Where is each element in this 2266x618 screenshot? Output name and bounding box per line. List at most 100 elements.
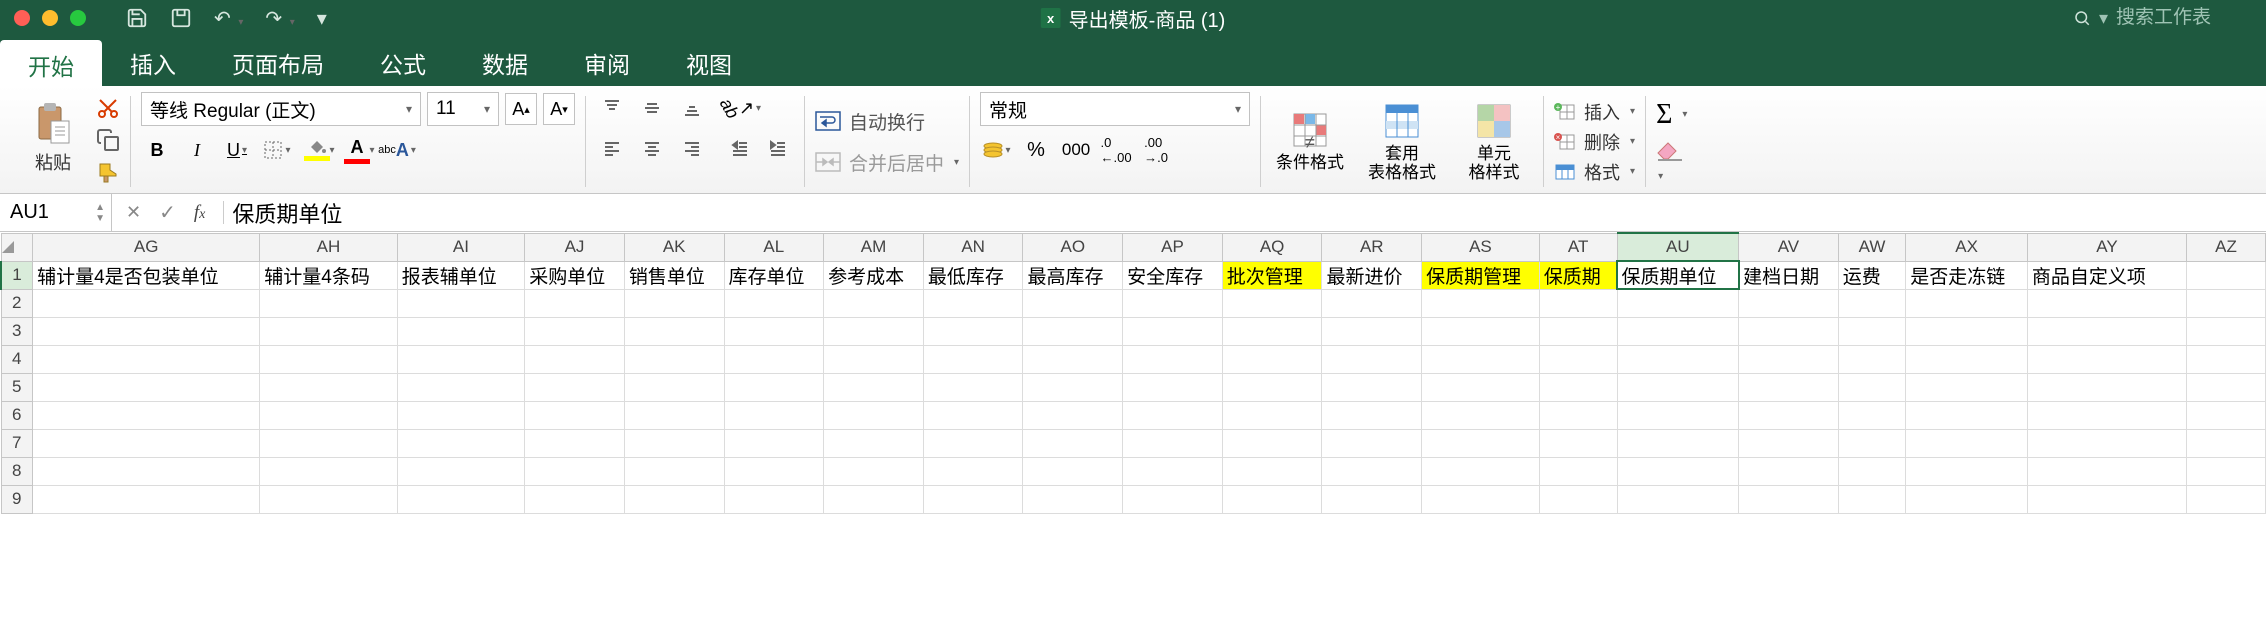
cell-AH6[interactable] (260, 401, 397, 429)
row-header-6[interactable]: 6 (1, 401, 33, 429)
cell-AS4[interactable] (1422, 345, 1540, 373)
cell-AI1[interactable]: 报表辅单位 (397, 261, 524, 289)
cell-AK6[interactable] (624, 401, 724, 429)
cell-AQ3[interactable] (1222, 317, 1322, 345)
cell-AZ1[interactable] (2187, 261, 2266, 289)
cell-AT7[interactable] (1539, 429, 1617, 457)
cell-AU9[interactable] (1617, 485, 1739, 513)
maximize-window-button[interactable] (70, 10, 86, 26)
cell-AU7[interactable] (1617, 429, 1739, 457)
cell-AR3[interactable] (1322, 317, 1422, 345)
cell-AN4[interactable] (923, 345, 1023, 373)
cell-AX6[interactable] (1906, 401, 2028, 429)
insert-cells-button[interactable]: +插入▾ (1554, 99, 1635, 125)
search-input[interactable] (2116, 7, 2256, 29)
cell-AI5[interactable] (397, 373, 524, 401)
cell-AP5[interactable] (1123, 373, 1223, 401)
cell-AU2[interactable] (1617, 289, 1739, 317)
search-box[interactable]: ▾ (2073, 7, 2266, 29)
cell-AJ4[interactable] (525, 345, 625, 373)
cell-AJ1[interactable]: 采购单位 (525, 261, 625, 289)
cell-AO5[interactable] (1023, 373, 1123, 401)
cell-AR2[interactable] (1322, 289, 1422, 317)
cell-AQ4[interactable] (1222, 345, 1322, 373)
cell-AR8[interactable] (1322, 457, 1422, 485)
cell-AN6[interactable] (923, 401, 1023, 429)
row-header-3[interactable]: 3 (1, 317, 33, 345)
cell-AN5[interactable] (923, 373, 1023, 401)
cell-AR5[interactable] (1322, 373, 1422, 401)
cell-AL8[interactable] (724, 457, 824, 485)
cell-AV7[interactable] (1739, 429, 1839, 457)
align-bottom-button[interactable] (676, 92, 708, 124)
cell-AN2[interactable] (923, 289, 1023, 317)
cell-AX4[interactable] (1906, 345, 2028, 373)
align-center-button[interactable] (636, 132, 668, 164)
cell-AJ9[interactable] (525, 485, 625, 513)
cell-AY1[interactable]: 商品自定义项 (2027, 261, 2186, 289)
column-header-AO[interactable]: AO (1023, 233, 1123, 261)
percent-format-button[interactable]: % (1020, 134, 1052, 166)
cell-AG4[interactable] (33, 345, 260, 373)
cell-AT6[interactable] (1539, 401, 1617, 429)
align-left-button[interactable] (596, 132, 628, 164)
cell-AH3[interactable] (260, 317, 397, 345)
cell-AY6[interactable] (2027, 401, 2186, 429)
formula-input[interactable] (224, 200, 2266, 226)
fill-color-button[interactable]: ▾ (301, 134, 333, 166)
cell-AV4[interactable] (1739, 345, 1839, 373)
cell-AX9[interactable] (1906, 485, 2028, 513)
cell-AG9[interactable] (33, 485, 260, 513)
cell-AS3[interactable] (1422, 317, 1540, 345)
tab-insert[interactable]: 插入 (102, 36, 204, 86)
cell-AQ8[interactable] (1222, 457, 1322, 485)
cell-AX7[interactable] (1906, 429, 2028, 457)
align-middle-button[interactable] (636, 92, 668, 124)
accounting-format-button[interactable]: ▾ (980, 134, 1012, 166)
merge-center-button[interactable]: 合并后居中 ▾ (815, 149, 959, 176)
decrease-font-button[interactable]: A▾ (543, 93, 575, 125)
column-header-AP[interactable]: AP (1123, 233, 1223, 261)
cell-AI2[interactable] (397, 289, 524, 317)
cell-AH1[interactable]: 辅计量4条码 (260, 261, 397, 289)
cell-AV6[interactable] (1739, 401, 1839, 429)
align-top-button[interactable] (596, 92, 628, 124)
cell-AP6[interactable] (1123, 401, 1223, 429)
cell-AM2[interactable] (824, 289, 924, 317)
italic-button[interactable]: I (181, 134, 213, 166)
cell-AM5[interactable] (824, 373, 924, 401)
decrease-decimal-button[interactable]: .00→.0 (1140, 134, 1172, 166)
cell-AM6[interactable] (824, 401, 924, 429)
cell-AJ7[interactable] (525, 429, 625, 457)
cell-AP2[interactable] (1123, 289, 1223, 317)
cell-AJ3[interactable] (525, 317, 625, 345)
cell-AY3[interactable] (2027, 317, 2186, 345)
column-header-AX[interactable]: AX (1906, 233, 2028, 261)
cell-styles-button[interactable]: 单元 格样式 (1455, 101, 1533, 182)
column-header-AN[interactable]: AN (923, 233, 1023, 261)
increase-decimal-button[interactable]: .0←.00 (1100, 134, 1132, 166)
cell-AJ2[interactable] (525, 289, 625, 317)
cell-AX5[interactable] (1906, 373, 2028, 401)
wrap-text-button[interactable]: 自动换行 (815, 108, 959, 135)
cell-AI7[interactable] (397, 429, 524, 457)
cell-AO9[interactable] (1023, 485, 1123, 513)
cell-AQ6[interactable] (1222, 401, 1322, 429)
borders-button[interactable]: ▾ (261, 134, 293, 166)
cell-AM8[interactable] (824, 457, 924, 485)
column-header-AZ[interactable]: AZ (2187, 233, 2266, 261)
cell-AI9[interactable] (397, 485, 524, 513)
cell-AX8[interactable] (1906, 457, 2028, 485)
save-alt-icon[interactable] (170, 7, 192, 29)
phonetic-guide-button[interactable]: abcA▾ (381, 134, 413, 166)
tab-data[interactable]: 数据 (454, 36, 556, 86)
increase-font-button[interactable]: A▴ (505, 93, 537, 125)
cell-AO6[interactable] (1023, 401, 1123, 429)
cell-AQ7[interactable] (1222, 429, 1322, 457)
cell-AN9[interactable] (923, 485, 1023, 513)
cell-AY9[interactable] (2027, 485, 2186, 513)
cell-AZ5[interactable] (2187, 373, 2266, 401)
cell-AK8[interactable] (624, 457, 724, 485)
cell-AW6[interactable] (1838, 401, 1906, 429)
cell-AH2[interactable] (260, 289, 397, 317)
